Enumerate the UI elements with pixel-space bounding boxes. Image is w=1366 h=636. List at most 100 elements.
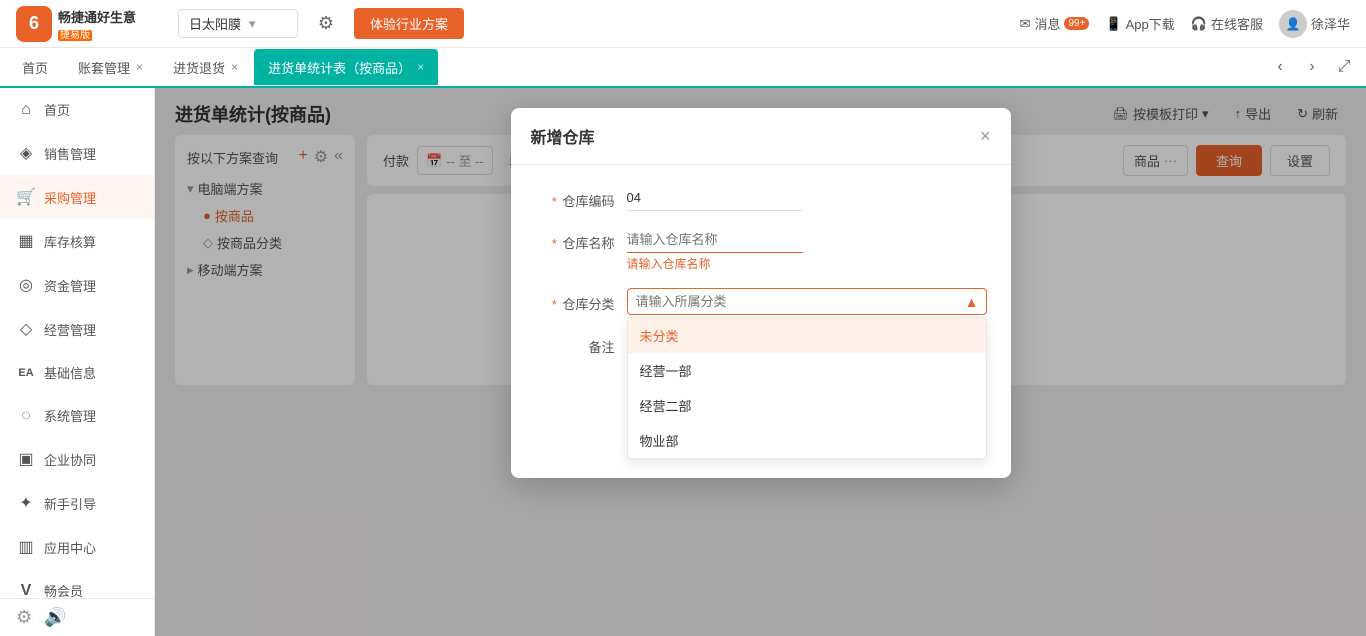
tab-accounts[interactable]: 账套管理 ×	[64, 49, 157, 85]
service-btn[interactable]: 🎧 在线客服	[1191, 14, 1263, 33]
required-star-category: *	[552, 297, 557, 312]
system-icon: ◌	[16, 407, 36, 425]
home-icon: ⌂	[16, 101, 36, 119]
tab-home[interactable]: 首页	[8, 49, 62, 85]
tab-purchase-stats[interactable]: 进货单统计表（按商品） ×	[254, 49, 438, 85]
tab-accounts-close[interactable]: ×	[136, 60, 143, 74]
sidebar-home-label: 首页	[44, 100, 138, 119]
remark-label: 备注	[535, 331, 615, 356]
base-icon: EA	[16, 367, 36, 379]
store-selector[interactable]: 日太阳膜 ▾	[178, 9, 298, 38]
apps-icon: ▥	[16, 537, 36, 557]
sidebar-bottom: ⚙ 🔊	[0, 598, 155, 636]
sidebar-finance-label: 资金管理	[44, 276, 138, 295]
sidebar-item-enterprise[interactable]: ▣ 企业协同	[0, 437, 154, 481]
topbar-settings-btn[interactable]: ⚙	[310, 8, 342, 40]
top-right-area: ✉ 消息 99+ 📱 App下载 🎧 在线客服 👤 徐泽华	[1020, 10, 1350, 38]
headset-icon: 🎧	[1191, 16, 1207, 32]
tab-home-label: 首页	[22, 58, 48, 77]
sidebar-item-guide[interactable]: ✦ 新手引导	[0, 481, 154, 525]
user-name: 徐泽华	[1311, 14, 1350, 33]
user-area[interactable]: 👤 徐泽华	[1279, 10, 1350, 38]
category-dropdown-arrow[interactable]: ▲	[965, 294, 979, 310]
sidebar-purchase-label: 采购管理	[44, 188, 138, 207]
sidebar-enterprise-label: 企业协同	[44, 450, 138, 469]
message-badge: 99+	[1064, 17, 1089, 30]
sidebar-base-label: 基础信息	[44, 363, 138, 382]
message-btn[interactable]: ✉ 消息 99+	[1020, 14, 1090, 33]
name-field-wrap: 请输入仓库名称	[627, 227, 987, 272]
sidebar-guide-label: 新手引导	[44, 494, 138, 513]
tab-purchase-return-close[interactable]: ×	[231, 60, 238, 74]
sidebar-item-system[interactable]: ◌ 系统管理	[0, 394, 154, 437]
sidebar-item-purchase[interactable]: 🛒 采购管理	[0, 175, 154, 219]
purchase-icon: 🛒	[16, 187, 36, 207]
sidebar-inventory-label: 库存核算	[44, 232, 138, 251]
category-dropdown-wrap: ▲ 未分类 经营一部 经营二部 物业部	[627, 288, 987, 315]
content-area: 进货单统计(按商品) 🖨 按模板打印 ▾ ↑ 导出 ↻ 刷新	[155, 88, 1366, 636]
app-download-btn[interactable]: 📱 App下载	[1105, 14, 1174, 33]
brand-name: 畅捷通好生意	[58, 7, 136, 26]
message-label: 消息	[1034, 14, 1060, 33]
code-label: * 仓库编码	[535, 185, 615, 210]
sidebar-item-apps[interactable]: ▥ 应用中心	[0, 525, 154, 569]
app-label: App下载	[1126, 14, 1175, 33]
dropdown-item-unclassified[interactable]: 未分类	[628, 318, 986, 353]
sidebar-item-inventory[interactable]: ▦ 库存核算	[0, 219, 154, 263]
dropdown-item-dept2[interactable]: 经营二部	[628, 388, 986, 423]
tab-prev-btn[interactable]: ‹	[1266, 53, 1294, 81]
trial-button[interactable]: 体验行业方案	[354, 8, 464, 39]
tab-accounts-label: 账套管理	[78, 58, 130, 77]
sales-icon: ◈	[16, 143, 36, 163]
settings-bottom-icon[interactable]: ⚙	[16, 607, 32, 628]
name-input[interactable]	[627, 227, 803, 253]
category-dropdown-list: 未分类 经营一部 经营二部 物业部	[627, 317, 987, 459]
guide-icon: ✦	[16, 493, 36, 513]
service-label: 在线客服	[1211, 14, 1263, 33]
sidebar-item-finance[interactable]: ◎ 资金管理	[0, 263, 154, 307]
required-star-code: *	[552, 194, 557, 209]
top-bar: 6 畅捷通好生意 捷易版 日太阳膜 ▾ ⚙ 体验行业方案 ✉ 消息 99+ 📱 …	[0, 0, 1366, 48]
dropdown-item-dept3[interactable]: 物业部	[628, 423, 986, 458]
store-dropdown-icon: ▾	[249, 16, 256, 32]
sidebar-system-label: 系统管理	[44, 406, 138, 425]
finance-icon: ◎	[16, 275, 36, 295]
category-label: * 仓库分类	[535, 288, 615, 313]
code-field-wrap	[627, 185, 987, 211]
logo-icon: 6	[16, 6, 52, 42]
name-label: * 仓库名称	[535, 227, 615, 252]
sidebar-operations-label: 经营管理	[44, 320, 138, 339]
brand-badge: 捷易版	[58, 30, 92, 41]
tab-expand-btn[interactable]: ⤢	[1330, 53, 1358, 81]
inventory-icon: ▦	[16, 231, 36, 251]
tab-purchase-return[interactable]: 进货退货 ×	[159, 49, 252, 85]
brand-info: 畅捷通好生意 捷易版	[58, 7, 136, 41]
member-icon: V	[16, 582, 36, 600]
required-star-name: *	[552, 236, 557, 251]
sidebar-item-home[interactable]: ⌂ 首页	[0, 88, 154, 131]
dialog-close-btn[interactable]: ×	[980, 127, 991, 145]
sidebar-item-base[interactable]: EA 基础信息	[0, 351, 154, 394]
form-row-name: * 仓库名称 请输入仓库名称	[535, 227, 987, 272]
dialog-header: 新增仓库 ×	[511, 108, 1011, 165]
dropdown-item-dept1[interactable]: 经营一部	[628, 353, 986, 388]
dialog-overlay: 新增仓库 × * 仓库编码	[155, 88, 1366, 636]
code-input[interactable]	[627, 185, 803, 211]
sidebar-item-sales[interactable]: ◈ 销售管理	[0, 131, 154, 175]
dialog-title: 新增仓库	[531, 124, 595, 148]
mobile-icon: 📱	[1105, 16, 1121, 32]
category-input[interactable]	[627, 288, 987, 315]
form-row-code: * 仓库编码	[535, 185, 987, 211]
tab-next-btn[interactable]: ›	[1298, 53, 1326, 81]
main-layout: ⌂ 首页 ◈ 销售管理 🛒 采购管理 ▦ 库存核算 ◎ 资金管理 ◇ 经营管理 …	[0, 88, 1366, 636]
form-row-category: * 仓库分类 ▲ 未分类 经营一部 经营二部 物业部	[535, 288, 987, 315]
avatar: 👤	[1279, 10, 1307, 38]
new-warehouse-dialog: 新增仓库 × * 仓库编码	[511, 108, 1011, 478]
tab-purchase-stats-close[interactable]: ×	[417, 60, 424, 74]
dialog-body: * 仓库编码 * 仓库名称	[511, 165, 1011, 410]
sidebar-sales-label: 销售管理	[44, 144, 138, 163]
sidebar-item-operations[interactable]: ◇ 经营管理	[0, 307, 154, 351]
enterprise-icon: ▣	[16, 449, 36, 469]
tab-actions: ‹ › ⤢	[1266, 53, 1358, 81]
volume-icon[interactable]: 🔊	[44, 607, 66, 628]
